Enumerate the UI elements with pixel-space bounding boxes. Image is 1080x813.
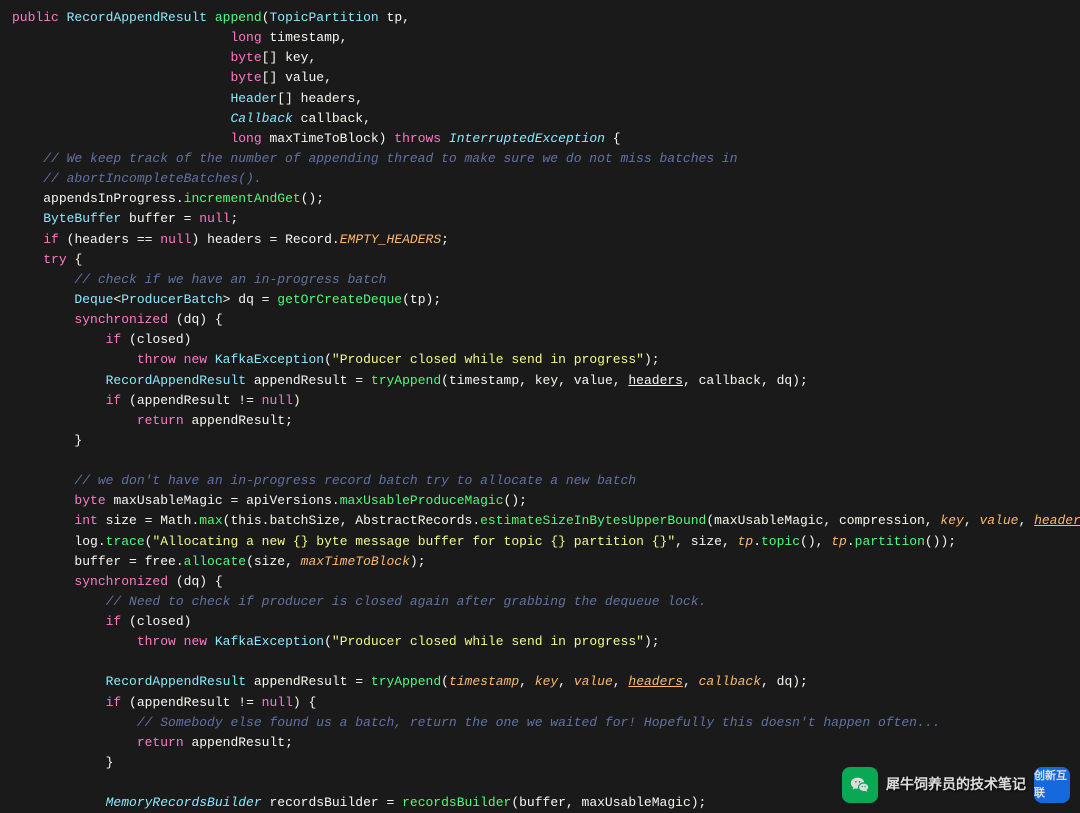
code-line: if (appendResult != null) (0, 391, 1080, 411)
code-line: synchronized (dq) { (0, 572, 1080, 592)
code-line: if (headers == null) headers = Record.EM… (0, 230, 1080, 250)
code-line: appendsInProgress.incrementAndGet(); (0, 189, 1080, 209)
code-line: synchronized (dq) { (0, 310, 1080, 330)
code-line: public RecordAppendResult append(TopicPa… (0, 8, 1080, 28)
code-line: Callback callback, (0, 109, 1080, 129)
brand-label: 创新互联 (1034, 768, 1070, 802)
code-line: return appendResult; (0, 411, 1080, 431)
code-line: } (0, 431, 1080, 451)
code-line: if (closed) (0, 330, 1080, 350)
code-line: byte[] value, (0, 68, 1080, 88)
watermark-label: 犀牛饲养员的技术笔记 (886, 774, 1026, 796)
code-line: // we don't have an in-progress record b… (0, 471, 1080, 491)
code-line: if (appendResult != null) { (0, 693, 1080, 713)
code-line: byte maxUsableMagic = apiVersions.maxUsa… (0, 491, 1080, 511)
brand-icon: 创新互联 (1034, 767, 1070, 803)
code-line: byte[] key, (0, 48, 1080, 68)
code-line: // check if we have an in-progress batch (0, 270, 1080, 290)
code-line: return appendResult; (0, 733, 1080, 753)
code-line: int size = Math.max(this.batchSize, Abst… (0, 511, 1080, 531)
code-line (0, 652, 1080, 672)
code-line: try { (0, 250, 1080, 270)
code-line: RecordAppendResult appendResult = tryApp… (0, 672, 1080, 692)
code-line: // Somebody else found us a batch, retur… (0, 713, 1080, 733)
code-line: // Need to check if producer is closed a… (0, 592, 1080, 612)
code-line: throw new KafkaException("Producer close… (0, 632, 1080, 652)
code-line: RecordAppendResult appendResult = tryApp… (0, 371, 1080, 391)
code-line: throw new KafkaException("Producer close… (0, 350, 1080, 370)
code-line: long timestamp, (0, 28, 1080, 48)
watermark: 犀牛饲养员的技术笔记 创新互联 (842, 767, 1070, 803)
code-line: Header[] headers, (0, 89, 1080, 109)
code-line: long maxTimeToBlock) throws InterruptedE… (0, 129, 1080, 149)
code-line: Deque<ProducerBatch> dq = getOrCreateDeq… (0, 290, 1080, 310)
code-container: public RecordAppendResult append(TopicPa… (0, 0, 1080, 813)
code-line: // abortIncompleteBatches(). (0, 169, 1080, 189)
code-line: // We keep track of the number of append… (0, 149, 1080, 169)
code-line: ByteBuffer buffer = null; (0, 209, 1080, 229)
code-line (0, 451, 1080, 471)
code-line: log.trace("Allocating a new {} byte mess… (0, 532, 1080, 552)
code-line: buffer = free.allocate(size, maxTimeToBl… (0, 552, 1080, 572)
wechat-icon (842, 767, 878, 803)
code-line: if (closed) (0, 612, 1080, 632)
